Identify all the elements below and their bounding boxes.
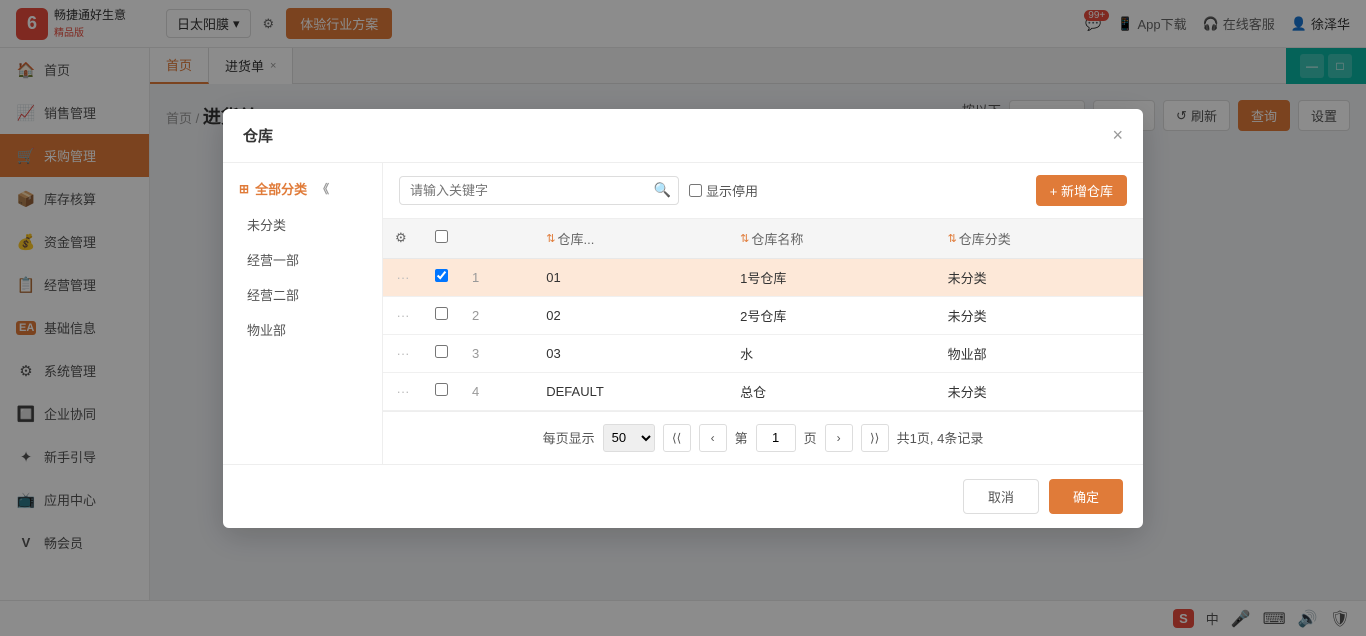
row-num: 4 (460, 372, 534, 410)
last-page-btn[interactable]: ⟩⟩ (861, 424, 889, 452)
warehouse-table: ⚙ ⇅ 仓库... ⇅ (383, 219, 1143, 411)
row-checkbox[interactable] (435, 307, 448, 320)
search-input[interactable] (399, 176, 679, 205)
row-name: 2号仓库 (728, 296, 935, 334)
sort-icon-name: ⇅ (740, 232, 749, 245)
row-checkbox[interactable] (435, 383, 448, 396)
category-all[interactable]: ⊞ 全部分类 《 (223, 171, 382, 207)
sort-icon-code: ⇅ (546, 232, 555, 245)
select-all-checkbox[interactable] (435, 230, 448, 243)
row-code: 03 (534, 334, 728, 372)
col-name: ⇅ 仓库名称 (728, 219, 935, 259)
row-name: 1号仓库 (728, 258, 935, 296)
per-page-label: 每页显示 (543, 428, 595, 447)
row-category: 物业部 (936, 334, 1143, 372)
row-settings[interactable]: ··· (383, 258, 423, 296)
row-category: 未分类 (936, 258, 1143, 296)
table-row[interactable]: ··· 303水物业部 (383, 334, 1143, 372)
row-checkbox[interactable] (435, 269, 448, 282)
table-toolbar: 🔍 显示停用 + 新增仓库 (383, 163, 1143, 219)
modal-overlay: 仓库 × ⊞ 全部分类 《 未分类 经营一部 经营二部 (0, 0, 1366, 636)
row-checkbox[interactable] (435, 345, 448, 358)
table-row[interactable]: ··· 1011号仓库未分类 (383, 258, 1143, 296)
row-num: 3 (460, 334, 534, 372)
category-item-unclassified[interactable]: 未分类 (223, 207, 382, 242)
first-page-btn[interactable]: ⟨⟨ (663, 424, 691, 452)
page-label: 第 (735, 428, 748, 447)
category-item-property[interactable]: 物业部 (223, 312, 382, 347)
collapse-btn[interactable]: 《 (313, 179, 333, 199)
modal-footer: 取消 确定 (223, 464, 1143, 528)
row-settings[interactable]: ··· (383, 334, 423, 372)
row-category: 未分类 (936, 372, 1143, 410)
category-all-label: 全部分类 (255, 179, 307, 198)
col-settings: ⚙ (383, 219, 423, 259)
table-scroll: ⚙ ⇅ 仓库... ⇅ (383, 219, 1143, 411)
row-code: 01 (534, 258, 728, 296)
per-page-select[interactable]: 50 20 100 (603, 424, 655, 452)
row-settings[interactable]: ··· (383, 296, 423, 334)
show-disabled-checkbox[interactable] (689, 184, 702, 197)
row-code: DEFAULT (534, 372, 728, 410)
cancel-btn[interactable]: 取消 (963, 479, 1039, 514)
row-name: 水 (728, 334, 935, 372)
table-row[interactable]: ··· 2022号仓库未分类 (383, 296, 1143, 334)
pagination: 每页显示 50 20 100 ⟨⟨ ‹ 第 页 › ⟩⟩ 共1页, 4条记录 (383, 411, 1143, 464)
row-num: 1 (460, 258, 534, 296)
grid-icon: ⊞ (239, 182, 249, 196)
modal-header: 仓库 × (223, 109, 1143, 163)
page-summary: 共1页, 4条记录 (897, 428, 984, 447)
row-category: 未分类 (936, 296, 1143, 334)
page-suffix: 页 (804, 428, 817, 447)
table-header-row: ⚙ ⇅ 仓库... ⇅ (383, 219, 1143, 259)
prev-page-btn[interactable]: ‹ (699, 424, 727, 452)
col-code: ⇅ 仓库... (534, 219, 728, 259)
search-wrap: 🔍 (399, 176, 679, 205)
table-row[interactable]: ··· 4DEFAULT总仓未分类 (383, 372, 1143, 410)
warehouse-modal: 仓库 × ⊞ 全部分类 《 未分类 经营一部 经营二部 (223, 109, 1143, 528)
add-warehouse-btn[interactable]: + 新增仓库 (1036, 175, 1127, 206)
category-item-ops2[interactable]: 经营二部 (223, 277, 382, 312)
row-settings[interactable]: ··· (383, 372, 423, 410)
row-code: 02 (534, 296, 728, 334)
search-icon-btn[interactable]: 🔍 (654, 182, 671, 199)
show-disabled-label[interactable]: 显示停用 (689, 181, 758, 200)
category-item-ops1[interactable]: 经营一部 (223, 242, 382, 277)
next-page-btn[interactable]: › (825, 424, 853, 452)
confirm-btn[interactable]: 确定 (1049, 479, 1123, 514)
row-num: 2 (460, 296, 534, 334)
page-number-input[interactable] (756, 424, 796, 452)
row-name: 总仓 (728, 372, 935, 410)
col-num (460, 219, 534, 259)
modal-close-btn[interactable]: × (1112, 126, 1123, 144)
modal-body: ⊞ 全部分类 《 未分类 经营一部 经营二部 物业部 (223, 163, 1143, 464)
table-panel: 🔍 显示停用 + 新增仓库 ⚙ (383, 163, 1143, 464)
modal-title: 仓库 (243, 125, 273, 146)
sort-icon-category: ⇅ (948, 232, 957, 245)
category-panel: ⊞ 全部分类 《 未分类 经营一部 经营二部 物业部 (223, 163, 383, 464)
col-category: ⇅ 仓库分类 (936, 219, 1143, 259)
col-checkbox (423, 219, 460, 259)
